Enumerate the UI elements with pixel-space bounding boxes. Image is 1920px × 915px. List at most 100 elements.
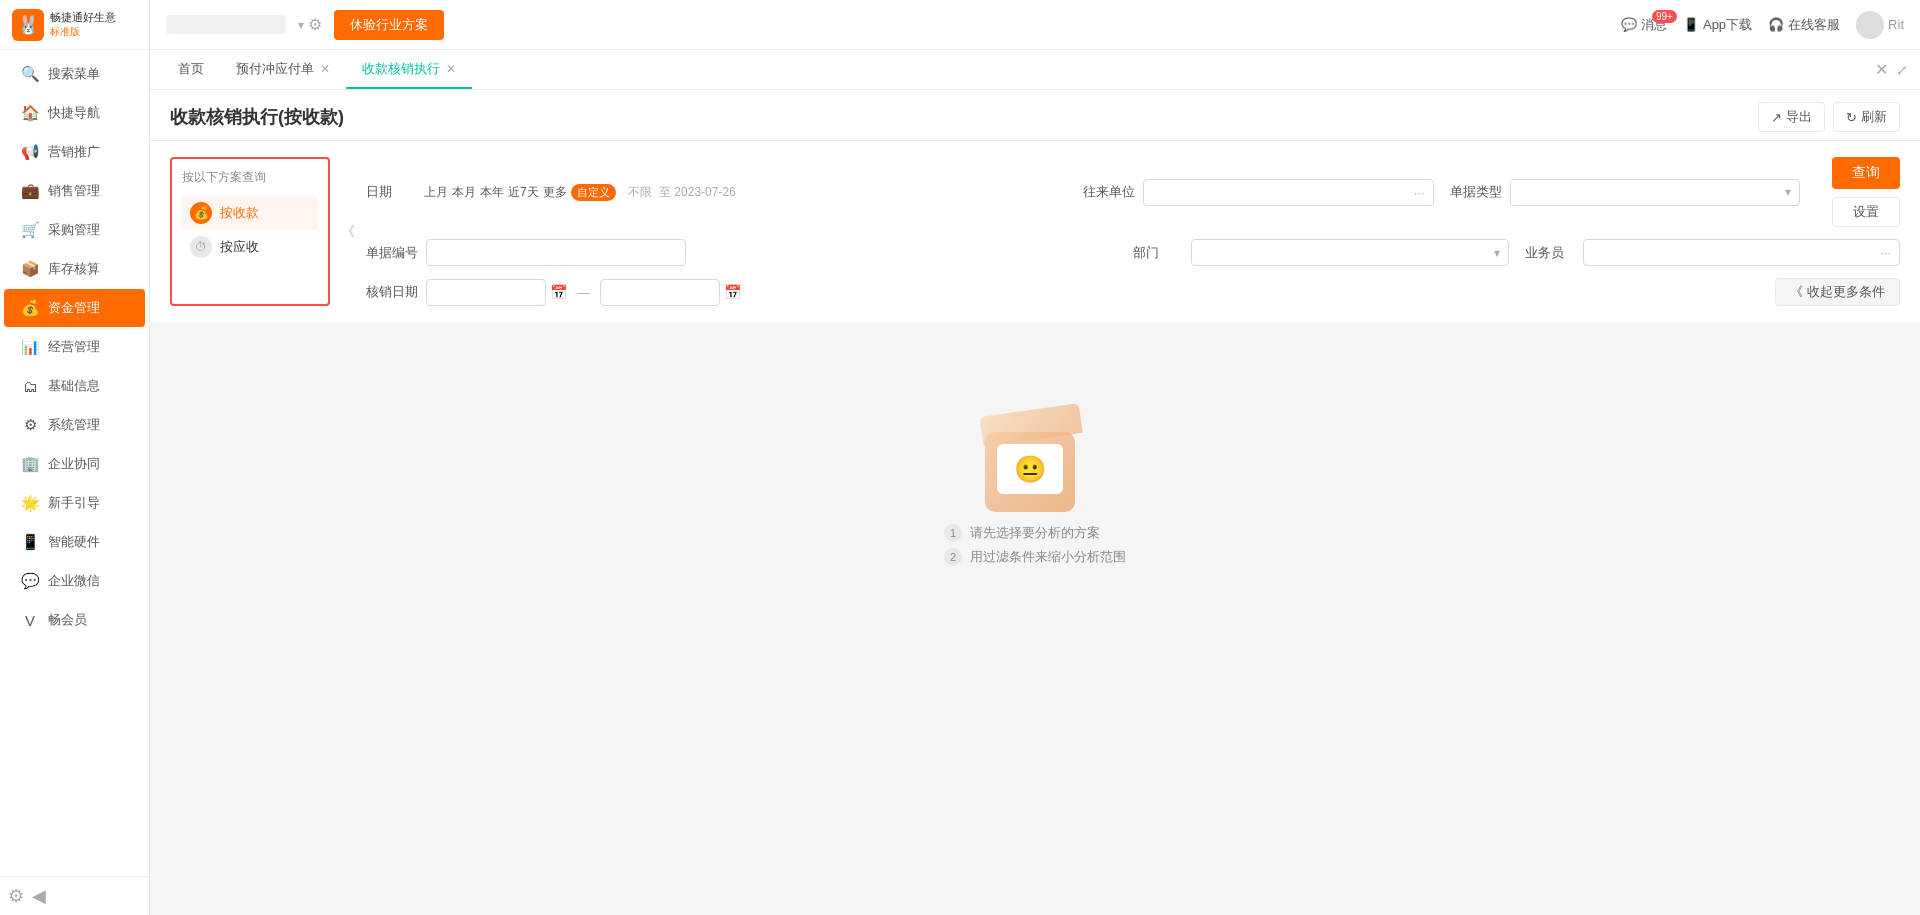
sidebar-item-sales[interactable]: 💼 销售管理 xyxy=(4,172,145,210)
tab-prepay-close[interactable]: ✕ xyxy=(320,62,330,76)
expand-icon[interactable]: ⤢ xyxy=(1896,62,1908,78)
marketing-icon: 📢 xyxy=(20,143,40,161)
online-service-label: 在线客服 xyxy=(1788,16,1840,34)
headset-icon: 🎧 xyxy=(1768,17,1784,32)
tab-home[interactable]: 首页 xyxy=(162,50,220,89)
voucher-type-dropdown-icon: ▾ xyxy=(1785,185,1799,199)
writeoff-end-calendar-icon[interactable]: 📅 xyxy=(724,284,741,300)
date-last-month[interactable]: 上月 xyxy=(424,184,448,201)
settings-icon[interactable]: ⚙ xyxy=(8,885,24,907)
message-btn[interactable]: 💬 消息 99+ xyxy=(1621,16,1667,34)
system-icon: ⚙ xyxy=(20,416,40,434)
step1-text: 请先选择要分析的方案 xyxy=(970,524,1100,542)
filter-option-by-receivable[interactable]: ⏱ 按应收 xyxy=(182,230,318,264)
date-this-month[interactable]: 本月 xyxy=(452,184,476,201)
purchase-icon: 🛒 xyxy=(20,221,40,239)
writeoff-start-calendar-icon[interactable]: 📅 xyxy=(550,284,567,300)
step2-text: 用过滤条件来缩小分析范围 xyxy=(970,548,1126,566)
chevron-down-icon[interactable]: ▾ xyxy=(298,18,304,32)
refresh-button[interactable]: ↻ 刷新 xyxy=(1833,102,1900,132)
step2-num: 2 xyxy=(944,548,962,566)
phone-icon: 📱 xyxy=(1683,17,1699,32)
box-face: 😐 xyxy=(997,444,1063,494)
collapse-sidebar-icon[interactable]: ◀ xyxy=(32,885,46,907)
sidebar-item-base[interactable]: 🗂 基础信息 xyxy=(4,367,145,405)
filter-row-1: 日期 上月 本月 本年 近7天 更多 自定义 不限 xyxy=(366,157,1900,227)
inventory-icon: 📦 xyxy=(20,260,40,278)
sidebar-item-enterprise[interactable]: 🏢 企业协同 xyxy=(4,445,145,483)
writeoff-date-field: 核销日期 2023-03-01 📅 — 2023-07-21 📅 xyxy=(366,279,1378,306)
dept-dropdown-icon: ▾ xyxy=(1494,246,1508,260)
sidebar-item-wechat-label: 企业微信 xyxy=(48,572,100,590)
message-badge: 99+ xyxy=(1652,10,1677,23)
collapse-filter-btn[interactable]: 《 xyxy=(338,157,358,306)
tab-collection-close[interactable]: ✕ xyxy=(446,62,456,76)
sidebar-item-finance-label: 资金管理 xyxy=(48,299,100,317)
user-info[interactable]: Rit xyxy=(1856,11,1904,39)
tab-prepay[interactable]: 预付冲应付单 ✕ xyxy=(220,50,346,89)
date-custom-badge[interactable]: 自定义 xyxy=(571,184,616,201)
date-this-year[interactable]: 本年 xyxy=(480,184,504,201)
page-header: 收款核销执行(按收款) ↗ 导出 ↻ 刷新 xyxy=(150,90,1920,141)
refresh-icon: ↻ xyxy=(1846,110,1857,125)
tab-collection-label: 收款核销执行 xyxy=(362,60,440,78)
wechat-icon: 💬 xyxy=(20,572,40,590)
sidebar-item-marketing[interactable]: 📢 营销推广 xyxy=(4,133,145,171)
voucher-type-select[interactable] xyxy=(1511,180,1786,205)
voucher-type-label: 单据类型 xyxy=(1450,183,1502,201)
salesperson-input[interactable] xyxy=(1584,240,1873,265)
voucher-type-field: 单据类型 ▾ xyxy=(1450,179,1801,206)
department-field: 部门 ▾ xyxy=(1133,239,1509,266)
filter-by-receipt-label: 按收款 xyxy=(220,204,259,222)
page-title-row: 收款核销执行(按收款) ↗ 导出 ↻ 刷新 xyxy=(170,102,1900,140)
department-label: 部门 xyxy=(1133,244,1183,262)
page-title: 收款核销执行(按收款) xyxy=(170,105,344,129)
sidebar: 🐰 畅捷通好生意 标准版 🔍 搜索菜单 🏠 快捷导航 📢 营销推广 💼 销售管理… xyxy=(0,0,150,915)
operations-icon: 📊 xyxy=(20,338,40,356)
counterparty-input[interactable] xyxy=(1144,180,1406,205)
empty-step-1: 1 请先选择要分析的方案 xyxy=(944,524,1126,542)
sidebar-item-wechat[interactable]: 💬 企业微信 xyxy=(4,562,145,600)
department-select[interactable] xyxy=(1192,240,1494,265)
sidebar-item-inventory[interactable]: 📦 库存核算 xyxy=(4,250,145,288)
tabbar: 首页 预付冲应付单 ✕ 收款核销执行 ✕ ✕ ⤢ xyxy=(150,50,1920,90)
date-more[interactable]: 更多 xyxy=(543,184,567,201)
writeoff-start-input[interactable]: 2023-03-01 xyxy=(426,279,546,306)
industry-btn[interactable]: 休验行业方案 xyxy=(334,10,444,40)
sidebar-item-hardware[interactable]: 📱 智能硬件 xyxy=(4,523,145,561)
counterparty-dots-btn[interactable]: ··· xyxy=(1406,185,1433,200)
action-buttons: 查询 设置 xyxy=(1832,157,1900,227)
sidebar-nav: 🔍 搜索菜单 🏠 快捷导航 📢 营销推广 💼 销售管理 🛒 采购管理 📦 库存核… xyxy=(0,50,149,876)
online-service-btn[interactable]: 🎧 在线客服 xyxy=(1768,16,1840,34)
sidebar-bottom: ⚙ ◀ xyxy=(0,876,149,915)
collapse-more-button[interactable]: 《 收起更多条件 xyxy=(1775,278,1900,306)
writeoff-end-input[interactable]: 2023-07-21 xyxy=(600,279,720,306)
tab-home-label: 首页 xyxy=(178,60,204,78)
gear-icon[interactable]: ⚙ xyxy=(308,15,322,34)
salesperson-input-wrapper: ··· xyxy=(1583,239,1901,266)
sales-icon: 💼 xyxy=(20,182,40,200)
sidebar-item-guide[interactable]: 🌟 新手引导 xyxy=(4,484,145,522)
sidebar-item-purchase[interactable]: 🛒 采购管理 xyxy=(4,211,145,249)
settings-button[interactable]: 设置 xyxy=(1832,197,1900,227)
app-edition: 标准版 xyxy=(50,25,116,39)
filter-option-by-receipt[interactable]: 💰 按收款 xyxy=(182,196,318,230)
salesperson-dots-btn[interactable]: ··· xyxy=(1872,245,1899,260)
sidebar-item-search[interactable]: 🔍 搜索菜单 xyxy=(4,55,145,93)
tab-collection[interactable]: 收款核销执行 ✕ xyxy=(346,50,472,89)
sidebar-item-quick-nav[interactable]: 🏠 快捷导航 xyxy=(4,94,145,132)
export-button[interactable]: ↗ 导出 xyxy=(1758,102,1825,132)
sidebar-item-finance[interactable]: 💰 资金管理 xyxy=(4,289,145,327)
sidebar-item-member[interactable]: V 畅会员 xyxy=(4,601,145,639)
sidebar-item-operations-label: 经营管理 xyxy=(48,338,100,356)
sidebar-item-operations[interactable]: 📊 经营管理 xyxy=(4,328,145,366)
app-download-btn[interactable]: 📱 App下载 xyxy=(1683,16,1752,34)
brand-input[interactable] xyxy=(166,15,286,34)
voucher-no-input[interactable] xyxy=(426,239,686,266)
close-all-tabs-icon[interactable]: ✕ xyxy=(1875,60,1888,79)
username-label: Rit xyxy=(1888,17,1904,32)
date-7days[interactable]: 近7天 xyxy=(508,184,539,201)
query-button[interactable]: 查询 xyxy=(1832,157,1900,189)
sidebar-item-system[interactable]: ⚙ 系统管理 xyxy=(4,406,145,444)
counterparty-input-wrapper: ··· xyxy=(1143,179,1434,206)
